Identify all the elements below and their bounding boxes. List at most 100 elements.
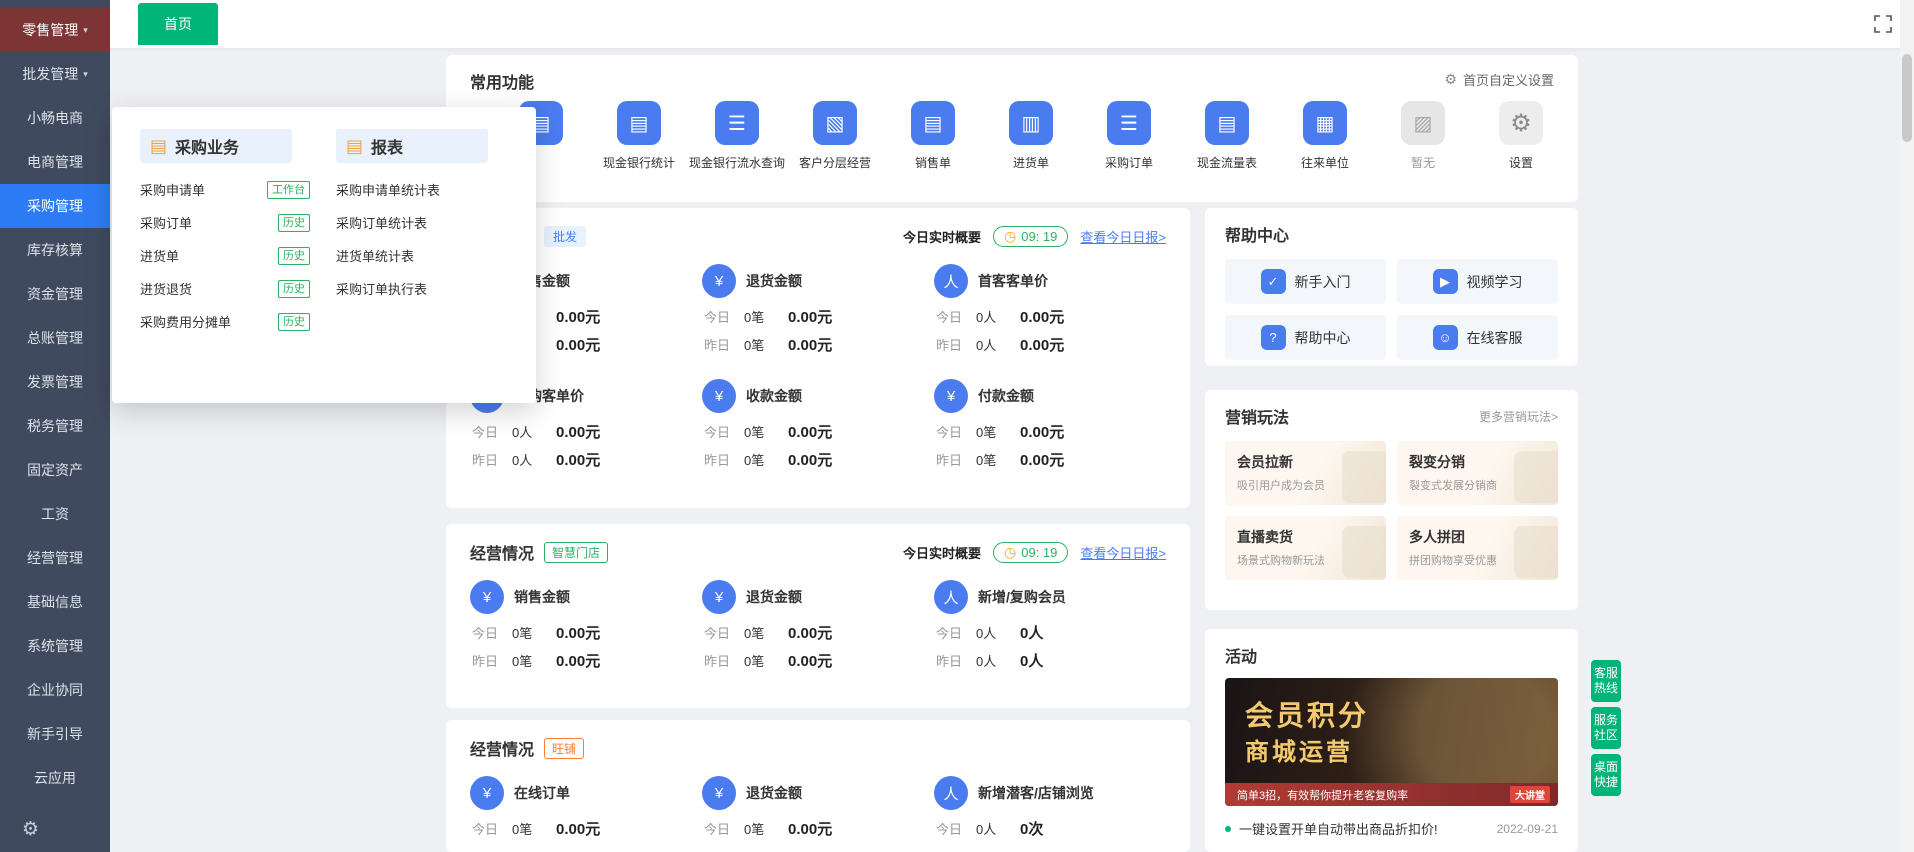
stat-label: 收款金额 xyxy=(746,388,802,404)
sidebar-item-label: 批发管理 xyxy=(22,66,79,82)
banner-tag: 大讲堂 xyxy=(1510,786,1550,803)
floating-button[interactable]: 服务社区 xyxy=(1591,707,1621,749)
flyout-menu-item[interactable]: 采购订单 历史 xyxy=(140,206,310,239)
flyout-menu-item[interactable]: 采购费用分摊单 历史 xyxy=(140,305,310,338)
stat-head: ¥ 退货金额 xyxy=(702,776,934,810)
sidebar-item-label: 云应用 xyxy=(34,770,76,786)
count-value: 0笔 xyxy=(976,425,997,440)
count-value: 0人 xyxy=(976,626,997,641)
daily-report-link[interactable]: 查看今日日报> xyxy=(1080,543,1166,562)
sidebar-item[interactable]: 税务管理 xyxy=(0,404,110,448)
count-value: 0笔 xyxy=(976,453,997,468)
news-date: 2022-09-21 xyxy=(1496,821,1558,836)
amount-value: 0.00元 xyxy=(788,452,833,469)
more-marketing-link[interactable]: 更多营销玩法> xyxy=(1479,408,1558,425)
amount-value: 0.00元 xyxy=(556,424,601,441)
common-function-item[interactable]: ☰ 现金银行流水查询 xyxy=(688,101,786,171)
flyout-menu-item[interactable]: 进货单 历史 xyxy=(140,239,310,272)
flyout-menu-item[interactable]: 采购订单统计表 xyxy=(336,206,506,239)
function-label: 采购订单 xyxy=(1104,156,1153,170)
common-function-item[interactable]: ▥ 进货单 xyxy=(982,101,1080,171)
flyout-menu-item[interactable]: 采购申请单统计表 xyxy=(336,173,506,206)
sidebar-item[interactable]: 发票管理 xyxy=(0,360,110,404)
help-button[interactable]: ▶ 视频学习 xyxy=(1397,259,1558,304)
sidebar-item-label: 小畅电商 xyxy=(27,110,83,126)
function-label: 客户分层经营 xyxy=(798,156,871,170)
card-title: 经营情况 xyxy=(470,546,535,563)
gear-icon: ⚙ xyxy=(1444,71,1457,87)
function-icon: ▨ xyxy=(1401,101,1445,145)
sidebar-item[interactable]: 电商管理 xyxy=(0,140,110,184)
flyout-menu-item[interactable]: 采购订单执行表 xyxy=(336,272,506,305)
floating-button[interactable]: 客服热线 xyxy=(1591,660,1621,702)
bullet-dot-icon xyxy=(1225,825,1231,832)
daily-report-link[interactable]: 查看今日日报> xyxy=(1080,227,1166,246)
day-label: 昨日 xyxy=(472,654,499,669)
homepage-customize-link[interactable]: ⚙ 首页自定义设置 xyxy=(1444,70,1554,89)
flyout-menu-item[interactable]: 进货单统计表 xyxy=(336,239,506,272)
sidebar-item[interactable]: 经营管理 xyxy=(0,536,110,580)
floating-button[interactable]: 桌面快捷 xyxy=(1591,754,1621,796)
common-function-item[interactable]: ▤ 现金银行统计 xyxy=(590,101,688,171)
stat-head: 人新增/复购会员 xyxy=(934,580,1166,614)
topbar: 首页 xyxy=(110,0,1914,48)
amount-value: 0.00元 xyxy=(788,337,833,354)
stat-row-yesterday: 昨日 0人 0人 xyxy=(934,650,1166,671)
sidebar-item[interactable]: 零售管理 ▾ xyxy=(0,8,110,52)
amount-value: 0.00元 xyxy=(1020,337,1065,354)
count-value: 0笔 xyxy=(744,822,765,837)
common-function-item[interactable]: ▤ 现金流量表 xyxy=(1178,101,1276,171)
common-function-item[interactable]: ▧ 客户分层经营 xyxy=(786,101,884,171)
sidebar-item[interactable]: 批发管理 ▾ xyxy=(0,52,110,96)
flyout-menu-item[interactable]: 采购申请单 工作台 xyxy=(140,173,310,206)
sidebar-item[interactable]: 云应用 xyxy=(0,756,110,800)
sidebar-item[interactable]: 企业协同 xyxy=(0,668,110,712)
sidebar-settings-gear-icon[interactable]: ⚙ xyxy=(0,806,110,852)
stat-label: 销售金额 xyxy=(514,589,570,605)
tab-home[interactable]: 首页 xyxy=(138,3,218,45)
fullscreen-icon[interactable] xyxy=(1874,15,1892,33)
common-function-item[interactable]: ▤ 销售单 xyxy=(884,101,982,171)
help-button[interactable]: ✓ 新手入门 xyxy=(1225,259,1386,304)
day-label: 今日 xyxy=(472,822,499,837)
scrollbar-thumb[interactable] xyxy=(1902,54,1912,142)
count-value: 0人 xyxy=(512,453,533,468)
sidebar-item[interactable]: 基础信息 xyxy=(0,580,110,624)
business-card-wholesale: 经营情况 批发 今日实时概要 ◷09: 19 查看今日日报> ¥销售金额今日0笔… xyxy=(446,208,1190,508)
marketing-item[interactable]: 多人拼团 拼团购物享受优惠 xyxy=(1397,516,1558,580)
activity-banner[interactable]: 会员积分 商城运营 简单3招，有效帮你提升老客复购率 大讲堂 xyxy=(1225,678,1558,806)
count-value: 0笔 xyxy=(744,310,765,325)
help-button[interactable]: ☺ 在线客服 xyxy=(1397,315,1558,360)
common-function-item[interactable]: ▦ 往来单位 xyxy=(1276,101,1374,171)
sidebar-item[interactable]: 资金管理 xyxy=(0,272,110,316)
sidebar-item[interactable]: 固定资产 xyxy=(0,448,110,492)
marketing-header: 营销玩法 更多营销玩法> xyxy=(1205,390,1578,428)
scrollbar-track xyxy=(1900,0,1914,852)
count-value: 0人 xyxy=(976,338,997,353)
activity-news-item[interactable]: 一键设置开单自动带出商品折扣价! 2022-09-21 xyxy=(1205,806,1578,838)
stat-block: 人新增潜客/店铺浏览 今日 0人 0次 xyxy=(934,776,1166,839)
help-center-card: 帮助中心 ✓ 新手入门 ▶ 视频学习 ? 帮助中心 ☺ 在线客服 xyxy=(1205,208,1578,366)
marketing-item[interactable]: 会员拉新 吸引用户成为会员 xyxy=(1225,441,1386,505)
stat-head: 人首客客单价 xyxy=(934,264,1166,298)
sidebar-item[interactable]: 系统管理 xyxy=(0,624,110,668)
common-function-item[interactable]: ▨ 暂无 xyxy=(1374,101,1472,171)
marketing-item[interactable]: 裂变分销 裂变式发展分销商 xyxy=(1397,441,1558,505)
sidebar-item-label: 电商管理 xyxy=(27,154,83,170)
sidebar-item[interactable]: 采购管理 xyxy=(0,184,110,228)
sidebar-item[interactable]: 小畅电商 xyxy=(0,96,110,140)
sidebar-item-label: 库存核算 xyxy=(27,242,83,258)
common-function-item[interactable]: ☰ 采购订单 xyxy=(1080,101,1178,171)
sidebar-item[interactable]: 库存核算 xyxy=(0,228,110,272)
flyout-menu-item[interactable]: 进货退货 历史 xyxy=(140,272,310,305)
sidebar-item[interactable]: 总账管理 xyxy=(0,316,110,360)
function-label: 销售单 xyxy=(914,156,951,170)
sidebar-item[interactable]: 新手引导 xyxy=(0,712,110,756)
help-button[interactable]: ? 帮助中心 xyxy=(1225,315,1386,360)
common-function-item[interactable]: ⚙ 设置 xyxy=(1472,101,1570,171)
marketing-title: 营销玩法 xyxy=(1225,410,1290,427)
sidebar-item[interactable]: 工资 xyxy=(0,492,110,536)
marketing-item[interactable]: 直播卖货 场景式购物新玩法 xyxy=(1225,516,1386,580)
amount-value: 0人 xyxy=(1020,653,1044,670)
stat-head: ¥ 在线订单 xyxy=(470,776,702,810)
